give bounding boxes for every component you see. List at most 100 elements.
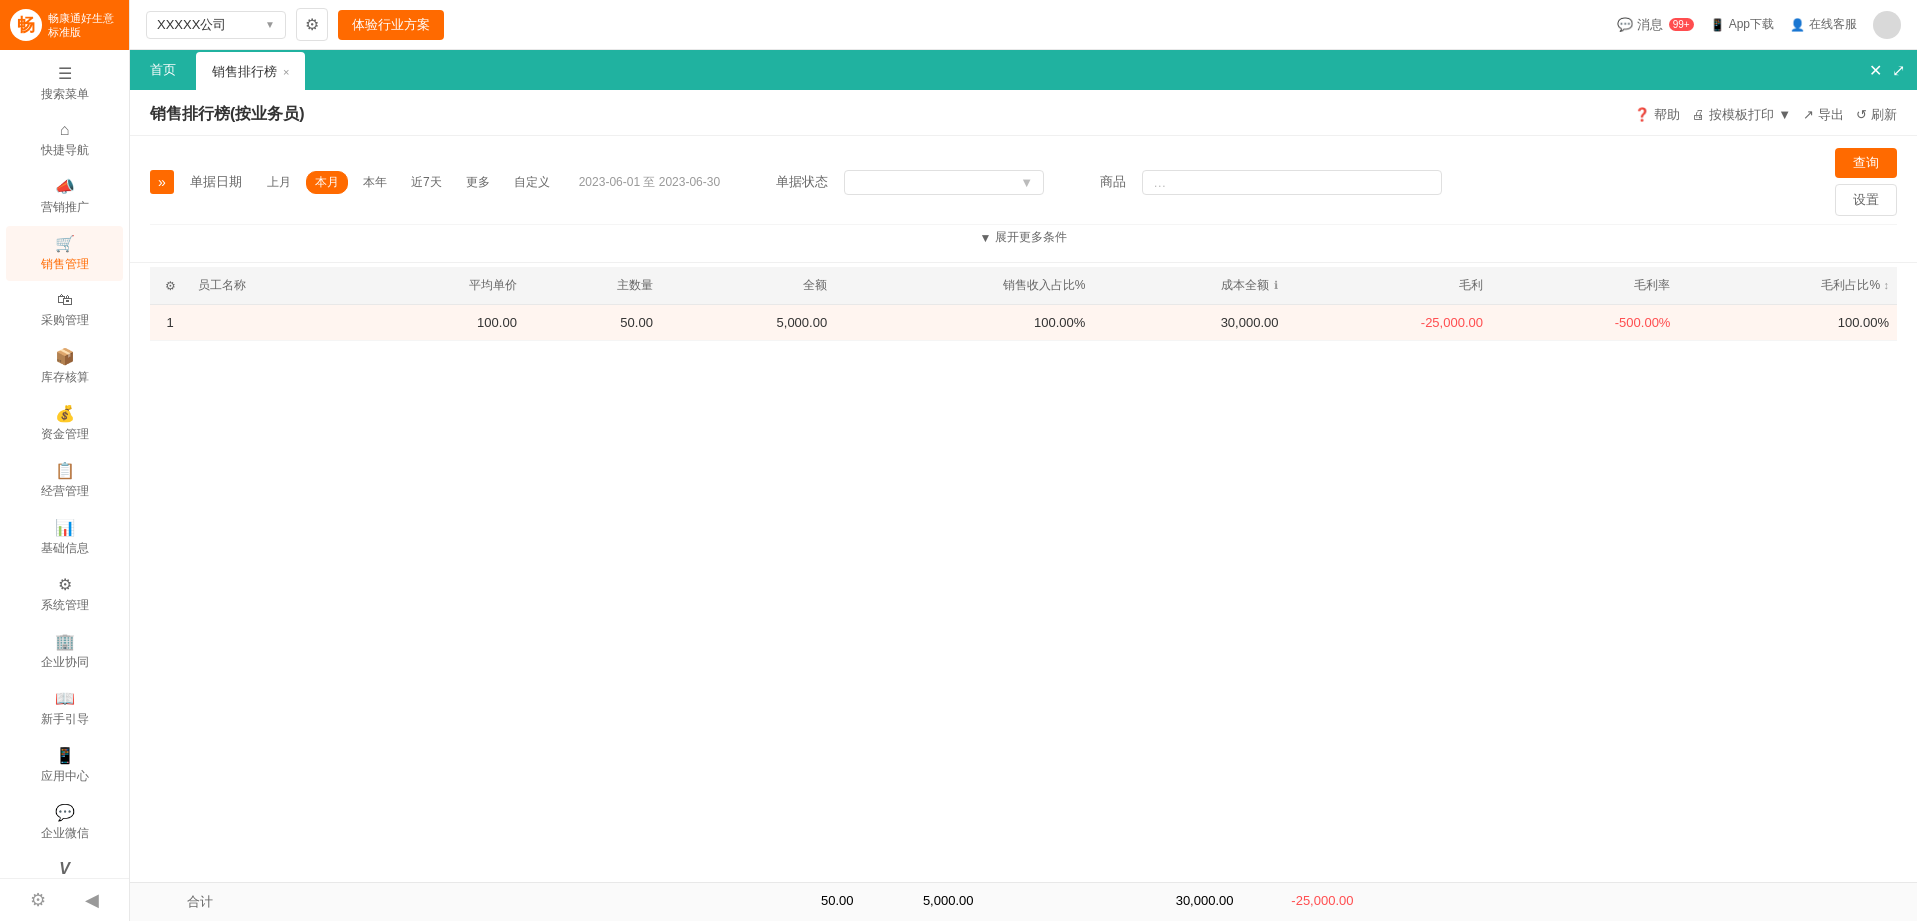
tab-home[interactable]: 首页 [130,50,196,90]
sidebar-item-guide[interactable]: 📖 新手引导 [6,681,123,736]
cell-cost: 30,000.00 [1093,305,1286,341]
help-icon: ❓ [1634,107,1650,122]
sidebar-item-finance[interactable]: 💰 资金管理 [6,396,123,451]
page-actions: ❓ 帮助 🖨 按模板打印 ▼ ↗ 导出 ↺ 刷新 [1634,106,1897,124]
query-settings-col: 查询 设置 [1835,148,1897,216]
export-icon: ↗ [1803,107,1814,122]
fast-forward-button[interactable]: » [150,170,174,194]
print-button[interactable]: 🖨 按模板打印 ▼ [1692,106,1791,124]
date-btn-last-month[interactable]: 上月 [258,171,300,194]
tab-bar: 首页 销售排行榜 × ✕ ⤢ [130,50,1917,90]
sidebar-logo: 畅 畅康通好生意 标准版 [0,0,129,50]
expand-row: ▼ 展开更多条件 [150,224,1897,250]
company-settings-button[interactable]: ⚙ [296,8,328,41]
sidebar-item-inventory[interactable]: 📦 库存核算 [6,339,123,394]
refresh-button[interactable]: ↺ 刷新 [1856,106,1897,124]
company-select[interactable]: XXXXX公司 ▼ [146,11,286,39]
search-menu-icon: ☰ [58,64,72,83]
sidebar-settings-icon[interactable]: ⚙ [30,889,46,911]
sidebar-nav: ☰ 搜索菜单 ⌂ 快捷导航 📣 营销推广 🛒 销售管理 🛍 采购管理 📦 库存核… [0,50,129,878]
th-sales-pct: 销售收入占比% [835,267,1093,305]
purchase-icon: 🛍 [57,291,73,309]
sidebar-item-member[interactable]: V 畅会员 [6,852,123,878]
cell-qty: 50.00 [525,305,661,341]
online-service-button[interactable]: 👤 在线客服 [1790,16,1857,33]
member-icon: V [59,860,70,878]
cell-gross-rate: -500.00% [1491,305,1678,341]
cell-amount: 5,000.00 [661,305,835,341]
footer-total-label: 合计 [170,893,230,911]
goods-select[interactable]: … [1142,170,1442,195]
tab-close-icon[interactable]: × [283,66,289,78]
date-filter-label: 单据日期 [190,173,242,191]
company-name: XXXXX公司 [157,16,226,34]
sidebar-collapse-icon[interactable]: ◀ [85,889,99,911]
date-btn-7days[interactable]: 近7天 [402,171,451,194]
home-icon: ⌂ [60,121,70,139]
service-icon: 👤 [1790,18,1805,32]
sidebar-item-operation[interactable]: 📋 经营管理 [6,453,123,508]
app-download-button[interactable]: 📱 App下载 [1710,16,1774,33]
date-btn-custom[interactable]: 自定义 [505,171,559,194]
chevron-down-icon: ▼ [980,231,992,245]
user-avatar[interactable] [1873,11,1901,39]
expand-button[interactable]: ▼ 展开更多条件 [980,229,1068,246]
table-row: 1 100.00 50.00 5,000.00 100.00% 30,000.0… [150,305,1897,341]
app-download-label: App下载 [1729,16,1774,33]
sidebar-item-system[interactable]: ⚙ 系统管理 [6,567,123,622]
cell-name [190,305,357,341]
cell-gross: -25,000.00 [1286,305,1491,341]
sidebar-item-quick[interactable]: ⌂ 快捷导航 [6,113,123,167]
sidebar-item-marketing[interactable]: 📣 营销推广 [6,169,123,224]
cost-info-icon[interactable]: ℹ [1274,279,1278,291]
print-dropdown-icon: ▼ [1778,107,1791,122]
footer-cost: 30,000.00 [1114,893,1234,911]
settings-button[interactable]: 设置 [1835,184,1897,216]
trial-button[interactable]: 体验行业方案 [338,10,444,40]
tab-expand-icon[interactable]: ⤢ [1892,61,1905,80]
column-settings-icon[interactable]: ⚙ [165,279,176,293]
service-label: 在线客服 [1809,16,1857,33]
messages-button[interactable]: 💬 消息 99+ [1617,16,1694,34]
sidebar-item-search[interactable]: ☰ 搜索菜单 [6,56,123,111]
tab-sales-ranking[interactable]: 销售排行榜 × [196,52,305,92]
date-btn-this-month[interactable]: 本月 [306,171,348,194]
th-gross: 毛利 [1286,267,1491,305]
cell-gross-pct: 100.00% [1678,305,1897,341]
tab-close-all-icon[interactable]: ✕ [1869,61,1882,80]
tab-bar-right: ✕ ⤢ [1857,61,1917,80]
goods-placeholder: … [1153,175,1431,190]
th-gross-pct: 毛利占比% ↕ [1678,267,1897,305]
logo-icon: 畅 [10,9,42,41]
status-select[interactable]: ▼ [844,170,1044,195]
sidebar-bottom: ⚙ ◀ [0,878,129,921]
date-btn-more[interactable]: 更多 [457,171,499,194]
th-amount: 全额 [661,267,835,305]
footer-empty-2 [974,893,1114,911]
help-button[interactable]: ❓ 帮助 [1634,106,1680,124]
gross-pct-sort-icon[interactable]: ↕ [1884,279,1890,291]
sidebar-item-purchase[interactable]: 🛍 采购管理 [6,283,123,337]
sidebar-item-app[interactable]: 📱 应用中心 [6,738,123,793]
top-header: XXXXX公司 ▼ ⚙ 体验行业方案 💬 消息 99+ 📱 App下载 👤 在线… [130,0,1917,50]
th-gear[interactable]: ⚙ [150,267,190,305]
status-select-chevron-icon: ▼ [1020,175,1033,190]
marketing-icon: 📣 [55,177,75,196]
th-qty: 主数量 [525,267,661,305]
cell-rank: 1 [150,305,190,341]
filter-area: » 单据日期 上月 本月 本年 近7天 更多 自定义 2023-06-01 至 … [130,136,1917,263]
sidebar-item-sales[interactable]: 🛒 销售管理 [6,226,123,281]
page-title: 销售排行榜(按业务员) [150,104,305,125]
export-button[interactable]: ↗ 导出 [1803,106,1844,124]
query-button[interactable]: 查询 [1835,148,1897,178]
sidebar: 畅 畅康通好生意 标准版 ☰ 搜索菜单 ⌂ 快捷导航 📣 营销推广 🛒 销售管理… [0,0,130,921]
cell-sales-pct: 100.00% [835,305,1093,341]
refresh-icon: ↺ [1856,107,1867,122]
sales-ranking-table: ⚙ 员工名称 平均单价 主数量 全额 销售收入占比% 成本全额 ℹ 毛利 [150,267,1897,341]
sidebar-item-wechat[interactable]: 💬 企业微信 [6,795,123,850]
inventory-icon: 📦 [55,347,75,366]
print-icon: 🖨 [1692,107,1705,122]
date-btn-this-year[interactable]: 本年 [354,171,396,194]
sidebar-item-corp[interactable]: 🏢 企业协同 [6,624,123,679]
sidebar-item-basic[interactable]: 📊 基础信息 [6,510,123,565]
